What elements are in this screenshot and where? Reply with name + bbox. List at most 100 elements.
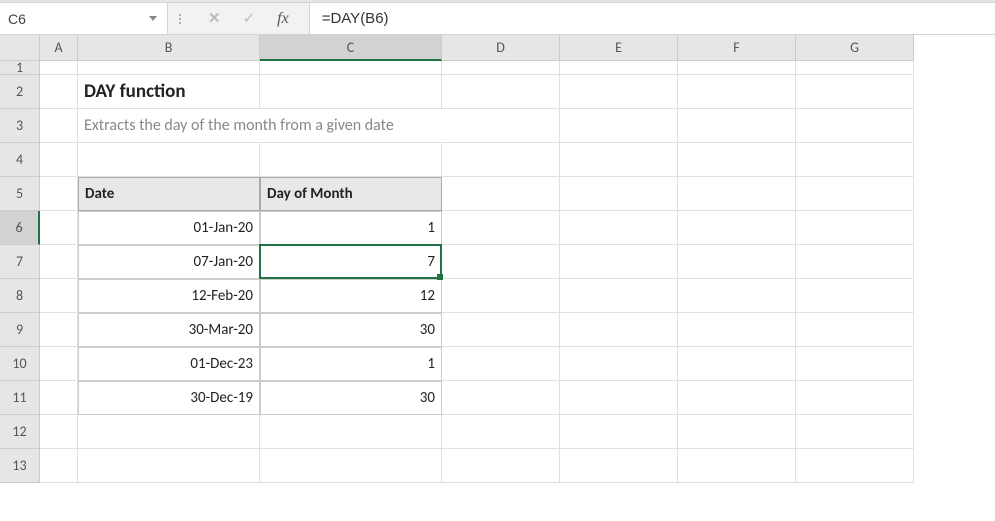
cell-E10[interactable] [560, 347, 678, 381]
cell-A11[interactable] [40, 381, 78, 415]
row-header-2[interactable]: 2 [0, 75, 40, 109]
select-all-corner[interactable] [0, 35, 40, 61]
cell-E9[interactable] [560, 313, 678, 347]
cell-G4[interactable] [796, 143, 914, 177]
cell-A13[interactable] [40, 449, 78, 483]
name-box-container[interactable] [0, 3, 168, 34]
row-header-11[interactable]: 11 [0, 381, 40, 415]
cell-E7[interactable] [560, 245, 678, 279]
col-header-G[interactable]: G [796, 35, 914, 61]
cell-C8[interactable]: 12 [260, 279, 442, 313]
cell-B4[interactable] [78, 143, 260, 177]
row-header-12[interactable]: 12 [0, 415, 40, 449]
page-subtitle[interactable]: Extracts the day of the month from a giv… [78, 109, 442, 143]
row-header-6[interactable]: 6 [0, 211, 40, 245]
cell-D3[interactable] [442, 109, 560, 143]
cell-G12[interactable] [796, 415, 914, 449]
formula-input[interactable] [309, 3, 995, 34]
col-header-E[interactable]: E [560, 35, 678, 61]
cell-D11[interactable] [442, 381, 560, 415]
cell-D5[interactable] [442, 177, 560, 211]
cancel-icon[interactable]: ✕ [208, 9, 221, 28]
col-header-B[interactable]: B [78, 35, 260, 61]
enter-icon[interactable]: ✓ [243, 9, 256, 28]
cell-D13[interactable] [442, 449, 560, 483]
cell-F10[interactable] [678, 347, 796, 381]
cell-G8[interactable] [796, 279, 914, 313]
cell-A5[interactable] [40, 177, 78, 211]
cell-A8[interactable] [40, 279, 78, 313]
cell-A6[interactable] [40, 211, 78, 245]
cell-F1[interactable] [678, 61, 796, 75]
cell-E1[interactable] [560, 61, 678, 75]
row-header-5[interactable]: 5 [0, 177, 40, 211]
cell-G10[interactable] [796, 347, 914, 381]
cell-G6[interactable] [796, 211, 914, 245]
cell-G11[interactable] [796, 381, 914, 415]
cell-D6[interactable] [442, 211, 560, 245]
cell-G2[interactable] [796, 75, 914, 109]
row-header-13[interactable]: 13 [0, 449, 40, 483]
cell-F11[interactable] [678, 381, 796, 415]
name-box[interactable] [8, 11, 159, 27]
row-header-4[interactable]: 4 [0, 143, 40, 177]
cell-F2[interactable] [678, 75, 796, 109]
cell-D4[interactable] [442, 143, 560, 177]
cell-D7[interactable] [442, 245, 560, 279]
cell-F8[interactable] [678, 279, 796, 313]
cell-F5[interactable] [678, 177, 796, 211]
cell-D9[interactable] [442, 313, 560, 347]
cell-G7[interactable] [796, 245, 914, 279]
cell-C10[interactable]: 1 [260, 347, 442, 381]
row-header-9[interactable]: 9 [0, 313, 40, 347]
cell-F6[interactable] [678, 211, 796, 245]
cell-B10[interactable]: 01-Dec-23 [78, 347, 260, 381]
cell-D10[interactable] [442, 347, 560, 381]
cell-G9[interactable] [796, 313, 914, 347]
cell-F12[interactable] [678, 415, 796, 449]
cell-A9[interactable] [40, 313, 78, 347]
cell-A3[interactable] [40, 109, 78, 143]
cell-G1[interactable] [796, 61, 914, 75]
cell-A10[interactable] [40, 347, 78, 381]
fx-icon[interactable]: fx [277, 10, 289, 28]
col-header-A[interactable]: A [40, 35, 78, 61]
cell-D1[interactable] [442, 61, 560, 75]
cell-A1[interactable] [40, 61, 78, 75]
cell-G13[interactable] [796, 449, 914, 483]
cell-F7[interactable] [678, 245, 796, 279]
cell-A7[interactable] [40, 245, 78, 279]
cell-A2[interactable] [40, 75, 78, 109]
cell-B1[interactable] [78, 61, 260, 75]
col-header-F[interactable]: F [678, 35, 796, 61]
cell-B6[interactable]: 01-Jan-20 [78, 211, 260, 245]
cell-B13[interactable] [78, 449, 260, 483]
cell-C13[interactable] [260, 449, 442, 483]
cell-grid[interactable]: DAY function Extracts the day of the mon… [40, 61, 914, 483]
col-header-D[interactable]: D [442, 35, 560, 61]
cell-E11[interactable] [560, 381, 678, 415]
cell-C6[interactable]: 1 [260, 211, 442, 245]
cell-C12[interactable] [260, 415, 442, 449]
cell-D12[interactable] [442, 415, 560, 449]
cell-A4[interactable] [40, 143, 78, 177]
cell-A12[interactable] [40, 415, 78, 449]
row-header-3[interactable]: 3 [0, 109, 40, 143]
row-header-7[interactable]: 7 [0, 245, 40, 279]
cell-B9[interactable]: 30-Mar-20 [78, 313, 260, 347]
cell-E5[interactable] [560, 177, 678, 211]
row-header-10[interactable]: 10 [0, 347, 40, 381]
cell-E12[interactable] [560, 415, 678, 449]
page-title[interactable]: DAY function [78, 75, 260, 109]
cell-E3[interactable] [560, 109, 678, 143]
cell-E4[interactable] [560, 143, 678, 177]
cell-F13[interactable] [678, 449, 796, 483]
cell-F3[interactable] [678, 109, 796, 143]
cell-E6[interactable] [560, 211, 678, 245]
col-header-C[interactable]: C [260, 35, 442, 61]
chevron-down-icon[interactable] [149, 16, 157, 21]
cell-B12[interactable] [78, 415, 260, 449]
cell-C1[interactable] [260, 61, 442, 75]
cell-B11[interactable]: 30-Dec-19 [78, 381, 260, 415]
cell-C2[interactable] [260, 75, 442, 109]
